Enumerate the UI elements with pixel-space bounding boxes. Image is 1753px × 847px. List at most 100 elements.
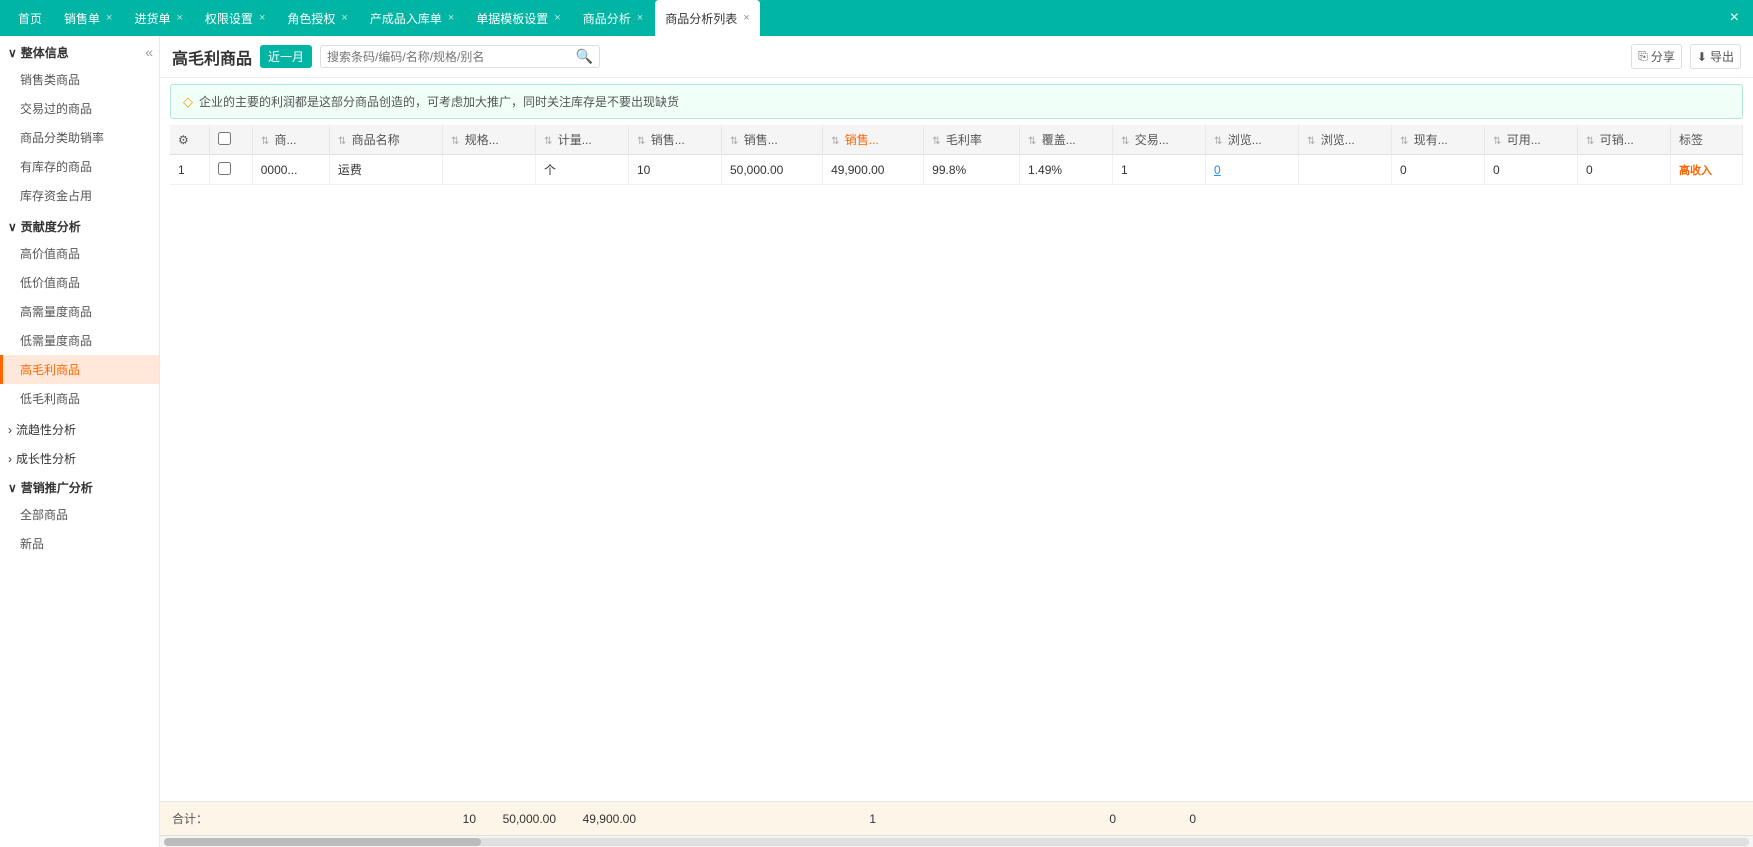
sidebar: « ∨ 整体信息 销售类商品 交易过的商品 商品分类助销率 有库存的商品 库存资… [0,36,160,847]
nav-tab-purchase[interactable]: 进货单 × [124,0,192,36]
top-nav: 首页 销售单 × 进货单 × 权限设置 × 角色授权 × 产成品入库单 × 单据… [0,0,1753,36]
sidebar-group-contribution[interactable]: ∨ 贡献度分析 [0,210,159,239]
sort-icon-7: ⇅ [831,136,839,147]
col-coverage[interactable]: ⇅ 覆盖... [1020,125,1113,155]
table-wrapper: ⚙ ⇅ 商... ⇅ 商品名称 [170,125,1743,801]
cell-available: 0 [1485,155,1578,185]
scrollbar-thumb[interactable] [164,838,481,846]
close-tab-goods-analysis[interactable]: × [637,12,643,24]
nav-tab-permissions[interactable]: 权限设置 × [195,0,275,36]
close-tab-production[interactable]: × [448,12,454,24]
sidebar-item-traded-goods[interactable]: 交易过的商品 [0,94,159,123]
cell-browse1[interactable]: 0 [1206,155,1299,185]
nav-tab-production[interactable]: 产成品入库单 × [360,0,464,36]
cell-checkbox[interactable] [209,155,252,185]
sidebar-item-high-value[interactable]: 高价值商品 [0,239,159,268]
cell-index: 1 [170,155,209,185]
cell-tag: 高收入 [1671,155,1743,185]
sort-icon-6: ⇅ [730,136,738,147]
col-current-stock[interactable]: ⇅ 现有... [1392,125,1485,155]
nav-tab-template[interactable]: 单据模板设置 × [466,0,570,36]
col-settings[interactable]: ⚙ [170,125,209,155]
chevron-down-icon: ∨ [8,46,17,60]
nav-tab-roles[interactable]: 角色授权 × [277,0,357,36]
page-title: 高毛利商品 [172,45,252,69]
col-available[interactable]: ⇅ 可用... [1485,125,1578,155]
footer-available: 0 [1124,810,1204,828]
col-gross-margin[interactable]: ⇅ 毛利率 [924,125,1020,155]
sort-icon-11: ⇅ [1214,136,1222,147]
scrollbar-track[interactable] [164,838,1749,846]
sort-icon-2: ⇅ [338,136,346,147]
footer-spacer5 [964,810,1044,828]
sort-icon-4: ⇅ [544,136,552,147]
col-unit[interactable]: ⇅ 计量... [535,125,628,155]
sort-icon-3: ⇅ [451,136,459,147]
col-sales-qty[interactable]: ⇅ 销售... [628,125,721,155]
export-button[interactable]: ⬇ 导出 [1690,44,1741,69]
footer-label: 合计： [172,810,232,827]
time-filter-button[interactable]: 近一月 [260,45,312,68]
cell-sales-profit: 49,900.00 [823,155,924,185]
col-code[interactable]: ⇅ 商... [252,125,329,155]
close-tab-sales[interactable]: × [106,12,112,24]
bottom-scrollbar[interactable] [160,835,1753,847]
close-tab-purchase[interactable]: × [176,12,182,24]
col-name[interactable]: ⇅ 商品名称 [329,125,442,155]
col-sales-profit[interactable]: ⇅ 销售... [823,125,924,155]
sidebar-item-high-margin[interactable]: 高毛利商品 [0,355,159,384]
share-button[interactable]: ⎘ 分享 [1631,44,1682,69]
sidebar-item-low-margin[interactable]: 低毛利商品 [0,384,159,413]
window-close-btn[interactable]: × [1724,9,1745,27]
cell-gross-margin: 99.8% [924,155,1020,185]
col-saleable[interactable]: ⇅ 可销... [1578,125,1671,155]
sidebar-item-low-value[interactable]: 低价值商品 [0,268,159,297]
cell-transaction: 1 [1113,155,1206,185]
footer-sales-qty: 10 [404,810,484,828]
close-tab-permissions[interactable]: × [259,12,265,24]
col-browse2[interactable]: ⇅ 浏览... [1299,125,1392,155]
chevron-down-icon-3: ∨ [8,481,17,495]
sidebar-item-sales-goods[interactable]: 销售类商品 [0,65,159,94]
sidebar-item-category-rate[interactable]: 商品分类助销率 [0,123,159,152]
close-tab-template[interactable]: × [554,12,560,24]
sidebar-item-new-goods[interactable]: 新品 [0,529,159,558]
row-checkbox[interactable] [218,162,231,175]
col-browse1[interactable]: ⇅ 浏览... [1206,125,1299,155]
select-all-checkbox[interactable] [218,132,231,145]
col-tag[interactable]: 标签 [1671,125,1743,155]
sidebar-item-inventory-funds[interactable]: 库存资金占用 [0,181,159,210]
footer-summary: 合计： 10 50,000.00 49,900.00 1 0 0 [160,801,1753,835]
chevron-down-icon-2: ∨ [8,220,17,234]
col-sales-amount[interactable]: ⇅ 销售... [721,125,822,155]
sidebar-group-trend[interactable]: › 流趋性分析 [0,413,159,442]
nav-tab-goods-analysis[interactable]: 商品分析 × [573,0,653,36]
col-checkbox[interactable] [209,125,252,155]
chevron-right-icon: › [8,423,12,437]
sort-icon-8: ⇅ [932,136,940,147]
sidebar-item-all-goods[interactable]: 全部商品 [0,500,159,529]
sort-icon-10: ⇅ [1121,136,1129,147]
search-input[interactable] [327,50,576,64]
sidebar-group-overall[interactable]: ∨ 整体信息 [0,36,159,65]
close-tab-goods-analysis-list[interactable]: × [743,12,749,24]
sidebar-collapse-btn[interactable]: « [145,44,153,60]
main-layout: « ∨ 整体信息 销售类商品 交易过的商品 商品分类助销率 有库存的商品 库存资… [0,36,1753,847]
sort-icon-12: ⇅ [1307,136,1315,147]
settings-icon[interactable]: ⚙ [178,133,189,147]
nav-tab-goods-analysis-list[interactable]: 商品分析列表 × [655,0,759,36]
nav-tab-sales[interactable]: 销售单 × [54,0,122,36]
sidebar-group-marketing[interactable]: ∨ 营销推广分析 [0,471,159,500]
sidebar-group-growth[interactable]: › 成长性分析 [0,442,159,471]
sidebar-item-in-stock-goods[interactable]: 有库存的商品 [0,152,159,181]
nav-tab-home[interactable]: 首页 [8,0,52,36]
sidebar-item-low-demand[interactable]: 低需量度商品 [0,326,159,355]
sidebar-item-high-demand[interactable]: 高需量度商品 [0,297,159,326]
footer-spacer3 [724,810,804,828]
col-spec[interactable]: ⇅ 规格... [442,125,535,155]
col-transaction[interactable]: ⇅ 交易... [1113,125,1206,155]
search-icon[interactable]: 🔍 [576,48,593,65]
close-tab-roles[interactable]: × [341,12,347,24]
sort-icon-5: ⇅ [637,136,645,147]
cell-spec [442,155,535,185]
